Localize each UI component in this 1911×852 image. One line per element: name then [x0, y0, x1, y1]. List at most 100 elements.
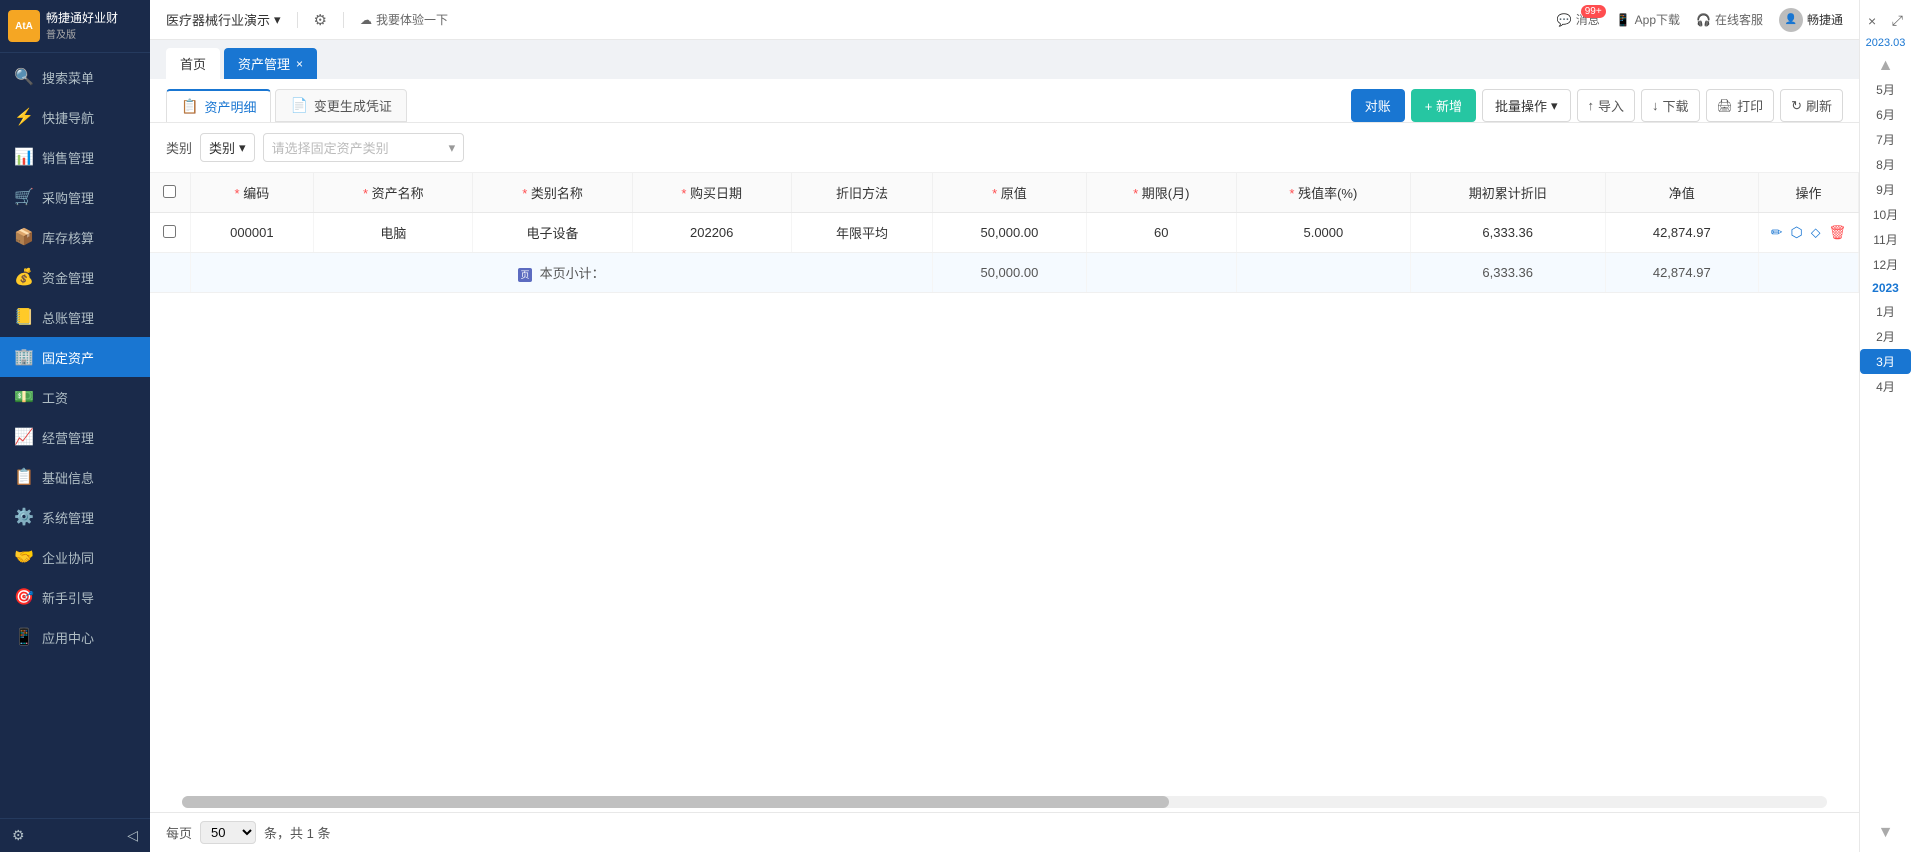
- month-8[interactable]: 8月: [1860, 152, 1911, 177]
- logo-text: 畅捷通好业财 普及版: [46, 11, 118, 42]
- month-3-active[interactable]: 3月: [1860, 349, 1911, 374]
- sidebar-item-guide[interactable]: 🎯 新手引导: [0, 577, 150, 617]
- download-btn[interactable]: ↓ 下载: [1641, 89, 1700, 122]
- month-6[interactable]: 6月: [1860, 102, 1911, 127]
- category-dropdown[interactable]: 请选择固定资产类别 ▾: [263, 133, 465, 162]
- sub-tab-asset-detail[interactable]: 📋 资产明细: [166, 89, 271, 122]
- content-area: 首页 资产管理 × 📋 资产明细 📄 变更生成凭证 对账 + 新增: [150, 40, 1859, 852]
- sidebar-item-basic-info[interactable]: 📋基础信息: [0, 457, 150, 497]
- more-icon[interactable]: ⬦: [1811, 224, 1821, 241]
- month-9[interactable]: 9月: [1860, 177, 1911, 202]
- sidebar-item-search[interactable]: 🔍搜索菜单: [0, 57, 150, 97]
- company-name: 医疗器械行业演示: [166, 10, 270, 29]
- sidebar-label-quick-nav: 快捷导航: [42, 108, 94, 127]
- company-selector[interactable]: 医疗器械行业演示 ▾: [166, 10, 281, 29]
- confirm-btn[interactable]: 对账: [1351, 89, 1405, 122]
- sidebar-label-system: 系统管理: [42, 508, 94, 527]
- header-period: * 期限(月): [1086, 173, 1236, 213]
- action-icons: ✏ ⬡ ⬦ 🗑: [1767, 224, 1850, 241]
- pagination-bar: 每页 50 100 200 条，共 1 条: [150, 812, 1859, 852]
- select-all-checkbox[interactable]: [163, 185, 176, 198]
- subtotal-action: [1759, 253, 1859, 293]
- sidebar-item-salary[interactable]: 💵工资: [0, 377, 150, 417]
- sidebar-item-enterprise[interactable]: 🤝企业协同: [0, 537, 150, 577]
- cell-original-value: 50,000.00: [933, 213, 1086, 253]
- delete-icon[interactable]: 🗑: [1829, 224, 1847, 241]
- month-11[interactable]: 11月: [1860, 227, 1911, 252]
- sidebar-item-apps[interactable]: 📱应用中心: [0, 617, 150, 657]
- experience-btn[interactable]: ☁ 我要体验一下: [360, 11, 448, 28]
- sidebar-item-business[interactable]: 📈经营管理: [0, 417, 150, 457]
- month-5[interactable]: 5月: [1860, 77, 1911, 102]
- batch-btn[interactable]: 批量操作 ▾: [1482, 89, 1571, 122]
- table-body: 000001 电脑 电子设备 202206 年限平均 50,000.00 60 …: [150, 213, 1859, 293]
- collapse-icon[interactable]: ◁: [127, 827, 138, 844]
- header-action: 操作: [1759, 173, 1859, 213]
- settings-gear-icon[interactable]: ⚙: [314, 11, 327, 29]
- horizontal-scrollbar[interactable]: [182, 796, 1827, 808]
- salary-icon: 💵: [14, 387, 34, 407]
- subtotal-checkbox-cell: [150, 253, 190, 293]
- basic-info-icon: 📋: [14, 467, 34, 487]
- service-btn[interactable]: 🎧 在线客服: [1696, 11, 1763, 28]
- user-menu[interactable]: 👤 畅捷通: [1779, 8, 1843, 32]
- page-size-label: 每页: [166, 823, 192, 842]
- refresh-btn[interactable]: ↻ 刷新: [1780, 89, 1843, 122]
- sidebar-item-ledger[interactable]: 📒总账管理: [0, 297, 150, 337]
- tab-home[interactable]: 首页: [166, 48, 220, 79]
- company-dropdown-icon: ▾: [274, 12, 281, 28]
- topbar-divider: [297, 12, 298, 28]
- sidebar-label-funds: 资金管理: [42, 268, 94, 287]
- settings-icon[interactable]: ⚙: [12, 827, 25, 844]
- sidebar-item-sales[interactable]: 📊销售管理: [0, 137, 150, 177]
- new-btn[interactable]: + 新增: [1411, 89, 1476, 122]
- sidebar-item-quick-nav[interactable]: ⚡快捷导航: [0, 97, 150, 137]
- month-4[interactable]: 4月: [1860, 374, 1911, 399]
- scrollbar-container: [150, 792, 1859, 812]
- download-label: 下载: [1663, 96, 1689, 115]
- filter-select[interactable]: 类别 ▾: [200, 133, 255, 162]
- print-btn[interactable]: 🖨 打印: [1706, 89, 1775, 122]
- month-2[interactable]: 2月: [1860, 324, 1911, 349]
- filter-label: 类别: [166, 138, 192, 157]
- sidebar-item-inventory[interactable]: 📦库存核算: [0, 217, 150, 257]
- header-net-value: 净值: [1605, 173, 1758, 213]
- guide-icon: 🎯: [14, 587, 34, 607]
- header-code: * 编码: [190, 173, 314, 213]
- row-checkbox[interactable]: [163, 225, 176, 238]
- app-download-btn[interactable]: 📱 App下载: [1616, 11, 1680, 28]
- row-checkbox-cell: [150, 213, 190, 253]
- panel-close-icon[interactable]: ×: [1868, 13, 1876, 29]
- panel-nav-up[interactable]: ▲: [1876, 55, 1896, 77]
- copy-icon[interactable]: ⬡: [1790, 224, 1802, 241]
- month-7[interactable]: 7月: [1860, 127, 1911, 152]
- header-checkbox: [150, 173, 190, 213]
- month-10[interactable]: 10月: [1860, 202, 1911, 227]
- panel-nav-down[interactable]: ▼: [1876, 822, 1896, 844]
- filter-select-text: 类别: [209, 138, 235, 157]
- sidebar-item-fixed-assets[interactable]: 🏢固定资产: [0, 337, 150, 377]
- sidebar-item-purchase[interactable]: 🛒采购管理: [0, 177, 150, 217]
- import-btn[interactable]: ↑ 导入: [1577, 89, 1636, 122]
- sidebar-label-guide: 新手引导: [42, 588, 94, 607]
- tab-asset-manage[interactable]: 资产管理 ×: [224, 48, 317, 79]
- month-1[interactable]: 1月: [1860, 299, 1911, 324]
- category-placeholder: 请选择固定资产类别: [272, 138, 389, 157]
- sidebar-item-funds[interactable]: 💰资金管理: [0, 257, 150, 297]
- edit-icon[interactable]: ✏: [1771, 224, 1783, 241]
- asset-detail-icon: 📋: [181, 98, 198, 115]
- scrollbar-thumb: [182, 796, 1169, 808]
- sidebar-label-ledger: 总账管理: [42, 308, 94, 327]
- avatar: 👤: [1779, 8, 1803, 32]
- tab-close-icon[interactable]: ×: [296, 57, 303, 71]
- month-12[interactable]: 12月: [1860, 252, 1911, 277]
- sub-tab-voucher[interactable]: 📄 变更生成凭证: [275, 89, 406, 122]
- panel-expand-icon[interactable]: ⤢: [1892, 12, 1903, 29]
- total-label: 条，共 1 条: [264, 823, 330, 842]
- messages-btn[interactable]: 💬 消息 99+: [1557, 11, 1600, 28]
- sidebar-item-system[interactable]: ⚙️系统管理: [0, 497, 150, 537]
- sidebar-label-fixed-assets: 固定资产: [42, 348, 94, 367]
- sidebar-label-sales: 销售管理: [42, 148, 94, 167]
- page-size-select[interactable]: 50 100 200: [200, 821, 256, 844]
- subtotal-label-cell: 页 本页小计：: [190, 253, 933, 293]
